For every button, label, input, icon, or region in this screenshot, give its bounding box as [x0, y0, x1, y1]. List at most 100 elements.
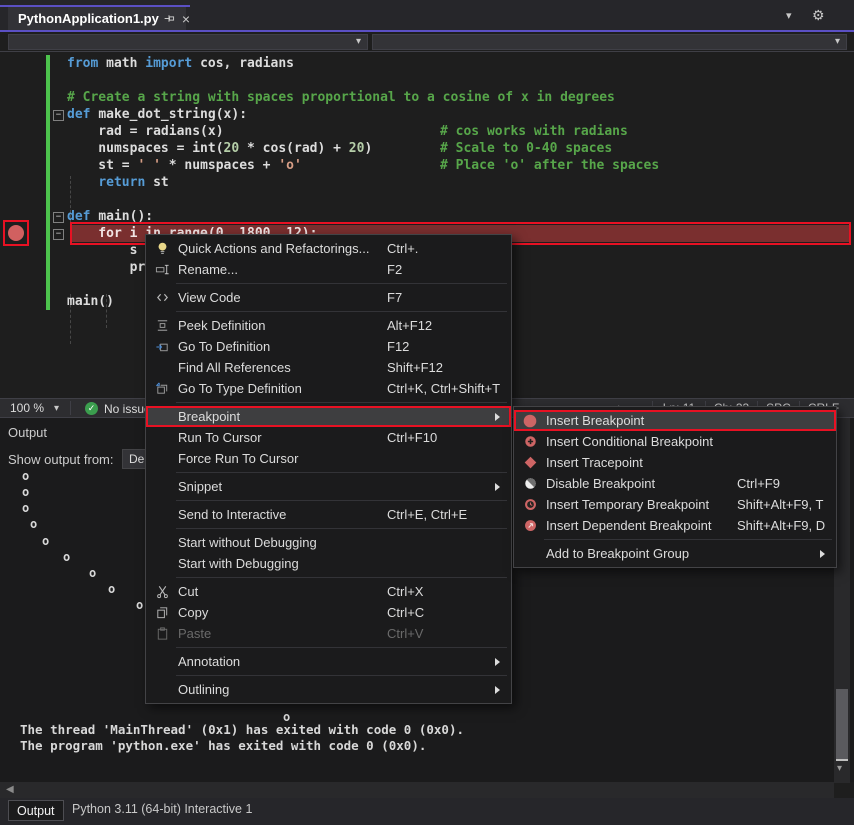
code-segment: return: [98, 175, 145, 190]
menu-item-shortcut: F7: [387, 290, 495, 305]
document-tab-title: PythonApplication1.py: [18, 11, 159, 26]
menu-item-shortcut: Ctrl+.: [387, 241, 495, 256]
code-line[interactable]: [0, 72, 854, 89]
menu-item-shortcut: Shift+Alt+F9, D: [737, 518, 825, 533]
menu-item-start-with-debugging[interactable]: Start with Debugging: [146, 553, 511, 574]
submenu-arrow-icon: [495, 686, 511, 694]
menu-item-quick-actions-and-refactorings[interactable]: Quick Actions and Refactorings...Ctrl+.: [146, 238, 511, 259]
submenu-arrow-icon: [495, 483, 511, 491]
menu-item-label: View Code: [178, 290, 387, 305]
menu-item-go-to-type-definition[interactable]: Go To Type DefinitionCtrl+K, Ctrl+Shift+…: [146, 378, 511, 399]
menu-item-find-all-references[interactable]: Find All ReferencesShift+F12: [146, 357, 511, 378]
code-line[interactable]: rad = radians(x) # cos works with radians: [0, 123, 854, 140]
menu-item-outlining[interactable]: Outlining: [146, 679, 511, 700]
menu-item-paste: PasteCtrl+V: [146, 623, 511, 644]
tab-output[interactable]: Output: [8, 800, 64, 821]
pin-icon[interactable]: [163, 12, 176, 25]
fold-marker-icon[interactable]: −: [53, 212, 64, 223]
code-segment: main(): [67, 294, 114, 309]
output-dot: o: [22, 486, 29, 498]
code-segment: from: [67, 56, 106, 71]
menu-item-breakpoint[interactable]: Breakpoint: [146, 406, 511, 427]
code-line[interactable]: st = ' ' * numspaces + 'o'# Place 'o' af…: [0, 157, 854, 174]
menu-item-view-code[interactable]: View CodeF7: [146, 287, 511, 308]
code-segment: [67, 175, 98, 190]
menu-item-label: Copy: [178, 605, 387, 620]
code-segment: rad = radians(x): [67, 124, 224, 139]
bp-trace-icon: [514, 455, 546, 470]
menu-item-copy[interactable]: CopyCtrl+C: [146, 602, 511, 623]
menu-item-insert-dependent-breakpoint[interactable]: Insert Dependent BreakpointShift+Alt+F9,…: [514, 515, 836, 536]
fold-marker-icon[interactable]: −: [53, 110, 64, 121]
code-line[interactable]: # Create a string with spaces proportion…: [0, 89, 854, 106]
chevron-down-icon: ▾: [54, 403, 59, 414]
menu-item-label: Run To Cursor: [178, 430, 387, 445]
close-icon[interactable]: ×: [180, 12, 192, 26]
viewcode-icon: [146, 290, 178, 305]
bp-circle-icon: [514, 413, 546, 429]
menu-item-shortcut: Ctrl+X: [387, 584, 495, 599]
menu-item-send-to-interactive[interactable]: Send to InteractiveCtrl+E, Ctrl+E: [146, 504, 511, 525]
zoom-control[interactable]: 100 % ▾: [10, 401, 59, 415]
menu-item-label: Insert Temporary Breakpoint: [546, 497, 737, 512]
code-line[interactable]: def make_dot_string(x):: [0, 106, 854, 123]
menu-item-rename[interactable]: Rename...F2: [146, 259, 511, 280]
fold-marker-icon[interactable]: −: [53, 229, 64, 240]
code-line[interactable]: numspaces = int(20 * cos(rad) + 20)# Sca…: [0, 140, 854, 157]
menu-item-label: Snippet: [178, 479, 387, 494]
output-dot: o: [108, 583, 115, 595]
menu-separator: [176, 647, 507, 648]
output-dot: o: [42, 535, 49, 547]
inline-comment: # cos works with radians: [440, 123, 628, 140]
tab-python-interactive[interactable]: Python 3.11 (64-bit) Interactive 1: [72, 802, 252, 816]
nav-dropdown-right[interactable]: ▾: [372, 34, 847, 50]
check-icon[interactable]: ✓: [85, 402, 98, 415]
menu-item-annotation[interactable]: Annotation: [146, 651, 511, 672]
menu-item-shortcut: Shift+Alt+F9, T: [737, 497, 823, 512]
menu-item-start-without-debugging[interactable]: Start without Debugging: [146, 532, 511, 553]
menu-item-run-to-cursor[interactable]: Run To CursorCtrl+F10: [146, 427, 511, 448]
menu-item-shortcut: Ctrl+C: [387, 605, 495, 620]
menu-separator: [544, 539, 832, 540]
code-segment: 20: [349, 141, 365, 156]
menu-item-insert-temporary-breakpoint[interactable]: Insert Temporary BreakpointShift+Alt+F9,…: [514, 494, 836, 515]
menu-item-insert-tracepoint[interactable]: Insert Tracepoint: [514, 452, 836, 473]
menu-item-shortcut: Ctrl+V: [387, 626, 495, 641]
bp-temp-icon: [514, 497, 546, 512]
scrollbar-thumb[interactable]: [836, 689, 848, 761]
output-message: The program 'python.exe' has exited with…: [20, 738, 426, 754]
menu-separator: [176, 675, 507, 676]
panel-tab-bar: Output Python 3.11 (64-bit) Interactive …: [0, 798, 854, 825]
horizontal-scrollbar[interactable]: ◀: [0, 782, 834, 798]
code-line[interactable]: [0, 191, 854, 208]
gear-icon[interactable]: ⚙: [812, 7, 825, 24]
menu-item-insert-breakpoint[interactable]: Insert Breakpoint: [514, 410, 836, 431]
menu-item-force-run-to-cursor[interactable]: Force Run To Cursor: [146, 448, 511, 469]
menu-separator: [176, 500, 507, 501]
menu-item-shortcut: Alt+F12: [387, 318, 495, 333]
menu-item-disable-breakpoint[interactable]: Disable BreakpointCtrl+F9: [514, 473, 836, 494]
menu-item-insert-conditional-breakpoint[interactable]: Insert Conditional Breakpoint: [514, 431, 836, 452]
inline-comment: # Scale to 0-40 spaces: [440, 140, 612, 157]
document-tab[interactable]: PythonApplication1.py ×: [8, 7, 186, 30]
menu-item-shortcut: Ctrl+K, Ctrl+Shift+T: [387, 381, 500, 396]
menu-item-add-to-breakpoint-group[interactable]: Add to Breakpoint Group: [514, 543, 836, 564]
menu-item-cut[interactable]: CutCtrl+X: [146, 581, 511, 602]
menu-item-peek-definition[interactable]: Peek DefinitionAlt+F12: [146, 315, 511, 336]
code-segment: import: [145, 56, 200, 71]
scroll-down-icon[interactable]: ▾: [837, 763, 842, 774]
menu-item-go-to-definition[interactable]: Go To DefinitionF12: [146, 336, 511, 357]
nav-dropdown-left[interactable]: ▾: [8, 34, 368, 50]
code-line[interactable]: def main():: [0, 208, 854, 225]
code-segment: st =: [67, 158, 137, 173]
menu-item-snippet[interactable]: Snippet: [146, 476, 511, 497]
tab-list-dropdown-icon[interactable]: ▾: [786, 9, 792, 22]
code-line[interactable]: return st: [0, 174, 854, 191]
code-line[interactable]: from math import cos, radians: [0, 55, 854, 72]
bp-cond-icon: [514, 434, 546, 449]
code-segment: # Create a string with spaces proportion…: [67, 90, 615, 105]
submenu-arrow-icon: [820, 550, 836, 558]
zoom-level: 100 %: [10, 401, 44, 415]
scroll-left-icon[interactable]: ◀: [6, 784, 14, 795]
menu-item-label: Outlining: [178, 682, 387, 697]
